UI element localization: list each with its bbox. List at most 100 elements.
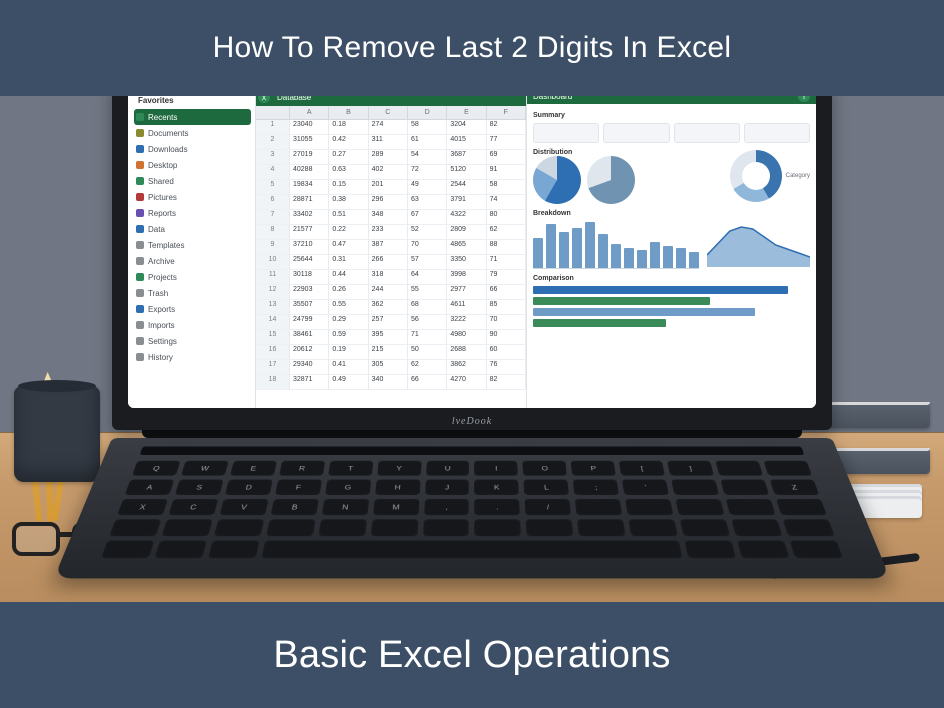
row-number[interactable]: 17 bbox=[256, 360, 290, 375]
table-row[interactable]: 11301180.4431864399879 bbox=[256, 270, 526, 285]
cell[interactable]: 0.42 bbox=[329, 135, 368, 150]
cell[interactable]: 62 bbox=[408, 360, 447, 375]
cell[interactable]: 0.22 bbox=[329, 225, 368, 240]
cell[interactable]: 3687 bbox=[447, 150, 486, 165]
sidebar-item[interactable]: History bbox=[134, 349, 251, 365]
cell[interactable]: 61 bbox=[408, 135, 447, 150]
cell[interactable]: 28871 bbox=[290, 195, 329, 210]
cell[interactable]: 64 bbox=[408, 270, 447, 285]
cell[interactable]: 74 bbox=[487, 195, 526, 210]
column-header[interactable]: E bbox=[447, 106, 486, 119]
cell[interactable]: 67 bbox=[408, 210, 447, 225]
cell[interactable]: 38461 bbox=[290, 330, 329, 345]
table-row[interactable]: 2310550.4231161401577 bbox=[256, 135, 526, 150]
cell[interactable]: 395 bbox=[369, 330, 408, 345]
row-number[interactable]: 7 bbox=[256, 210, 290, 225]
cell[interactable]: 21577 bbox=[290, 225, 329, 240]
cell[interactable]: 4322 bbox=[447, 210, 486, 225]
row-number[interactable]: 6 bbox=[256, 195, 290, 210]
cell[interactable]: 0.63 bbox=[329, 165, 368, 180]
cell[interactable]: 20612 bbox=[290, 345, 329, 360]
table-row[interactable]: 14247990.2925756322270 bbox=[256, 315, 526, 330]
row-number[interactable]: 2 bbox=[256, 135, 290, 150]
sidebar-item[interactable]: Documents bbox=[134, 125, 251, 141]
cell[interactable]: 244 bbox=[369, 285, 408, 300]
cell[interactable]: 71 bbox=[487, 255, 526, 270]
column-header[interactable]: B bbox=[329, 106, 368, 119]
cell[interactable]: 55 bbox=[408, 285, 447, 300]
cell[interactable]: 79 bbox=[487, 270, 526, 285]
column-header[interactable] bbox=[256, 106, 290, 119]
cell[interactable]: 0.29 bbox=[329, 315, 368, 330]
cell[interactable]: 201 bbox=[369, 180, 408, 195]
row-number[interactable]: 3 bbox=[256, 150, 290, 165]
cell[interactable]: 60 bbox=[487, 345, 526, 360]
cell[interactable]: 27019 bbox=[290, 150, 329, 165]
cell[interactable]: 362 bbox=[369, 300, 408, 315]
cell[interactable]: 82 bbox=[487, 375, 526, 390]
cell[interactable]: 35507 bbox=[290, 300, 329, 315]
cell[interactable]: 23040 bbox=[290, 120, 329, 135]
column-header[interactable]: D bbox=[408, 106, 447, 119]
table-row[interactable]: 5198340.1520149254458 bbox=[256, 180, 526, 195]
cell[interactable]: 19834 bbox=[290, 180, 329, 195]
cell[interactable]: 66 bbox=[408, 375, 447, 390]
cell[interactable]: 22903 bbox=[290, 285, 329, 300]
sidebar-item[interactable]: Trash bbox=[134, 285, 251, 301]
row-number[interactable]: 14 bbox=[256, 315, 290, 330]
cell[interactable]: 0.59 bbox=[329, 330, 368, 345]
cell[interactable]: 49 bbox=[408, 180, 447, 195]
cell[interactable]: 4611 bbox=[447, 300, 486, 315]
row-number[interactable]: 10 bbox=[256, 255, 290, 270]
cell[interactable]: 31055 bbox=[290, 135, 329, 150]
cell[interactable]: 3204 bbox=[447, 120, 486, 135]
cell[interactable]: 57 bbox=[408, 255, 447, 270]
cell[interactable]: 58 bbox=[408, 120, 447, 135]
cell[interactable]: 0.31 bbox=[329, 255, 368, 270]
cell[interactable]: 2544 bbox=[447, 180, 486, 195]
cell[interactable]: 3998 bbox=[447, 270, 486, 285]
sidebar-item[interactable]: Recents bbox=[134, 109, 251, 125]
row-number[interactable]: 8 bbox=[256, 225, 290, 240]
table-row[interactable]: 4402880.6340272512091 bbox=[256, 165, 526, 180]
sidebar-item[interactable]: Archive bbox=[134, 253, 251, 269]
table-row[interactable]: 7334020.5134867432280 bbox=[256, 210, 526, 225]
cell[interactable]: 266 bbox=[369, 255, 408, 270]
cell[interactable]: 50 bbox=[408, 345, 447, 360]
cell[interactable]: 0.49 bbox=[329, 375, 368, 390]
cell[interactable]: 0.51 bbox=[329, 210, 368, 225]
sidebar-item[interactable]: Desktop bbox=[134, 157, 251, 173]
cell[interactable]: 0.26 bbox=[329, 285, 368, 300]
cell[interactable]: 37210 bbox=[290, 240, 329, 255]
cell[interactable]: 215 bbox=[369, 345, 408, 360]
cell[interactable]: 257 bbox=[369, 315, 408, 330]
cell[interactable]: 0.19 bbox=[329, 345, 368, 360]
table-row[interactable]: 18328710.4934066427082 bbox=[256, 375, 526, 390]
cell[interactable]: 289 bbox=[369, 150, 408, 165]
cell[interactable]: 24799 bbox=[290, 315, 329, 330]
cell[interactable]: 348 bbox=[369, 210, 408, 225]
cell[interactable]: 40288 bbox=[290, 165, 329, 180]
cell[interactable]: 29340 bbox=[290, 360, 329, 375]
cell[interactable]: 4270 bbox=[447, 375, 486, 390]
cell[interactable]: 318 bbox=[369, 270, 408, 285]
cell[interactable]: 0.27 bbox=[329, 150, 368, 165]
row-number[interactable]: 4 bbox=[256, 165, 290, 180]
cell[interactable]: 311 bbox=[369, 135, 408, 150]
cell[interactable]: 5120 bbox=[447, 165, 486, 180]
column-header[interactable]: C bbox=[369, 106, 408, 119]
cell[interactable]: 3791 bbox=[447, 195, 486, 210]
cell[interactable]: 25644 bbox=[290, 255, 329, 270]
row-number[interactable]: 1 bbox=[256, 120, 290, 135]
sidebar-item[interactable]: Pictures bbox=[134, 189, 251, 205]
cell[interactable]: 91 bbox=[487, 165, 526, 180]
cell[interactable]: 0.47 bbox=[329, 240, 368, 255]
cell[interactable]: 4980 bbox=[447, 330, 486, 345]
cell[interactable]: 56 bbox=[408, 315, 447, 330]
row-number[interactable]: 12 bbox=[256, 285, 290, 300]
cell[interactable]: 2809 bbox=[447, 225, 486, 240]
cell[interactable]: 63 bbox=[408, 195, 447, 210]
sidebar-item[interactable]: Imports bbox=[134, 317, 251, 333]
sidebar-item[interactable]: Downloads bbox=[134, 141, 251, 157]
cell[interactable]: 3862 bbox=[447, 360, 486, 375]
